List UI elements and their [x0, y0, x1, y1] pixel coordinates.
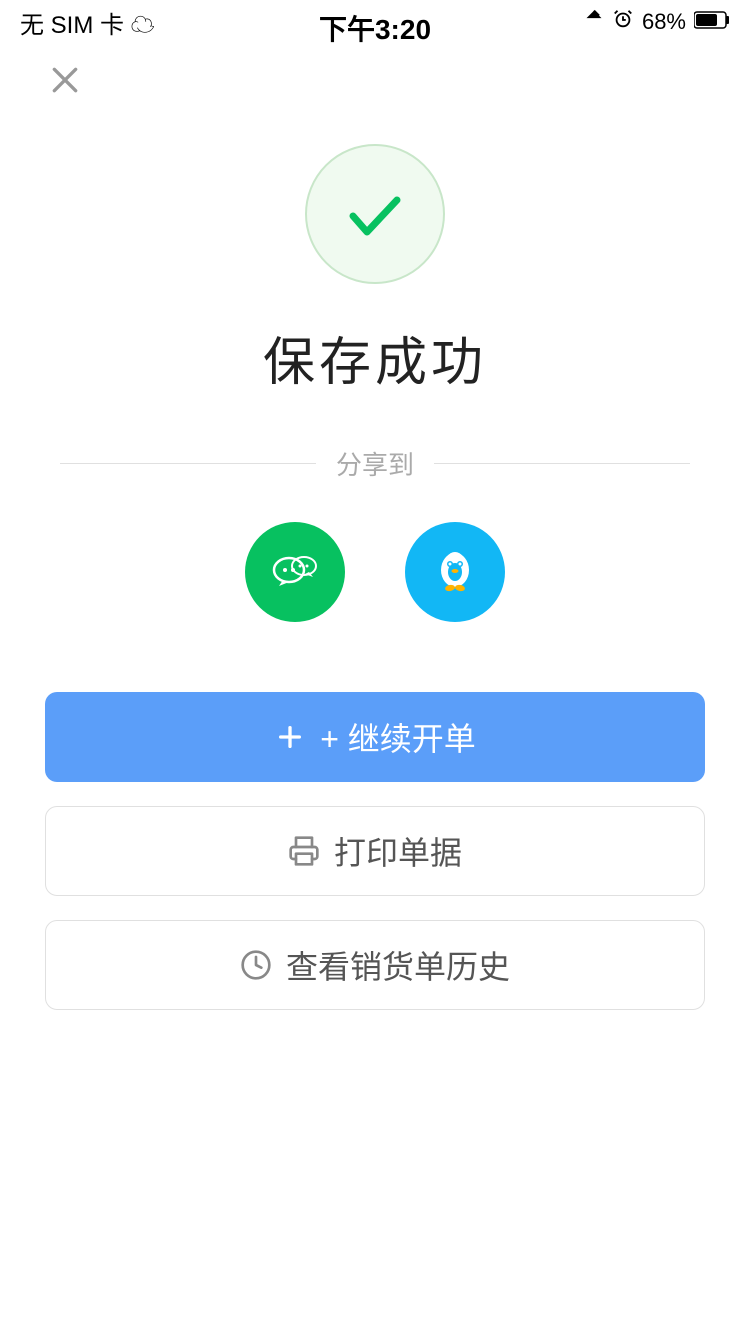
status-bar: 无 SIM 卡 ☁ 下午3:20 68%: [0, 0, 750, 44]
battery-text: 68%: [642, 9, 686, 35]
history-button[interactable]: 查看销货单历史: [45, 920, 705, 1010]
action-buttons: + 继续开单 打印单据 查看销货单历史: [45, 692, 705, 1010]
qq-share-button[interactable]: [405, 522, 505, 622]
continue-button[interactable]: + 继续开单: [45, 692, 705, 782]
success-title: 保存成功: [263, 320, 487, 395]
close-button[interactable]: [40, 55, 90, 105]
wechat-share-button[interactable]: [245, 522, 345, 622]
print-label: 打印单据: [334, 828, 462, 874]
divider-line-left: [60, 463, 316, 464]
share-label: 分享到: [316, 445, 434, 482]
divider-line-right: [434, 463, 690, 464]
print-button[interactable]: 打印单据: [45, 806, 705, 896]
success-icon-circle: [305, 144, 445, 284]
status-right: 68%: [584, 8, 730, 36]
continue-label: + 继续开单: [320, 714, 476, 760]
status-left: 无 SIM 卡 ☁: [20, 5, 155, 40]
share-divider: 分享到: [0, 445, 750, 482]
location-icon: [584, 9, 604, 35]
alarm-icon: [612, 8, 634, 36]
main-content: 保存成功 分享到: [0, 44, 750, 1010]
history-label: 查看销货单历史: [286, 942, 510, 988]
share-row: [245, 522, 505, 622]
status-time: 下午3:20: [319, 8, 431, 48]
sim-text: 无 SIM 卡 ☁: [20, 5, 155, 40]
battery-icon: [694, 9, 730, 35]
